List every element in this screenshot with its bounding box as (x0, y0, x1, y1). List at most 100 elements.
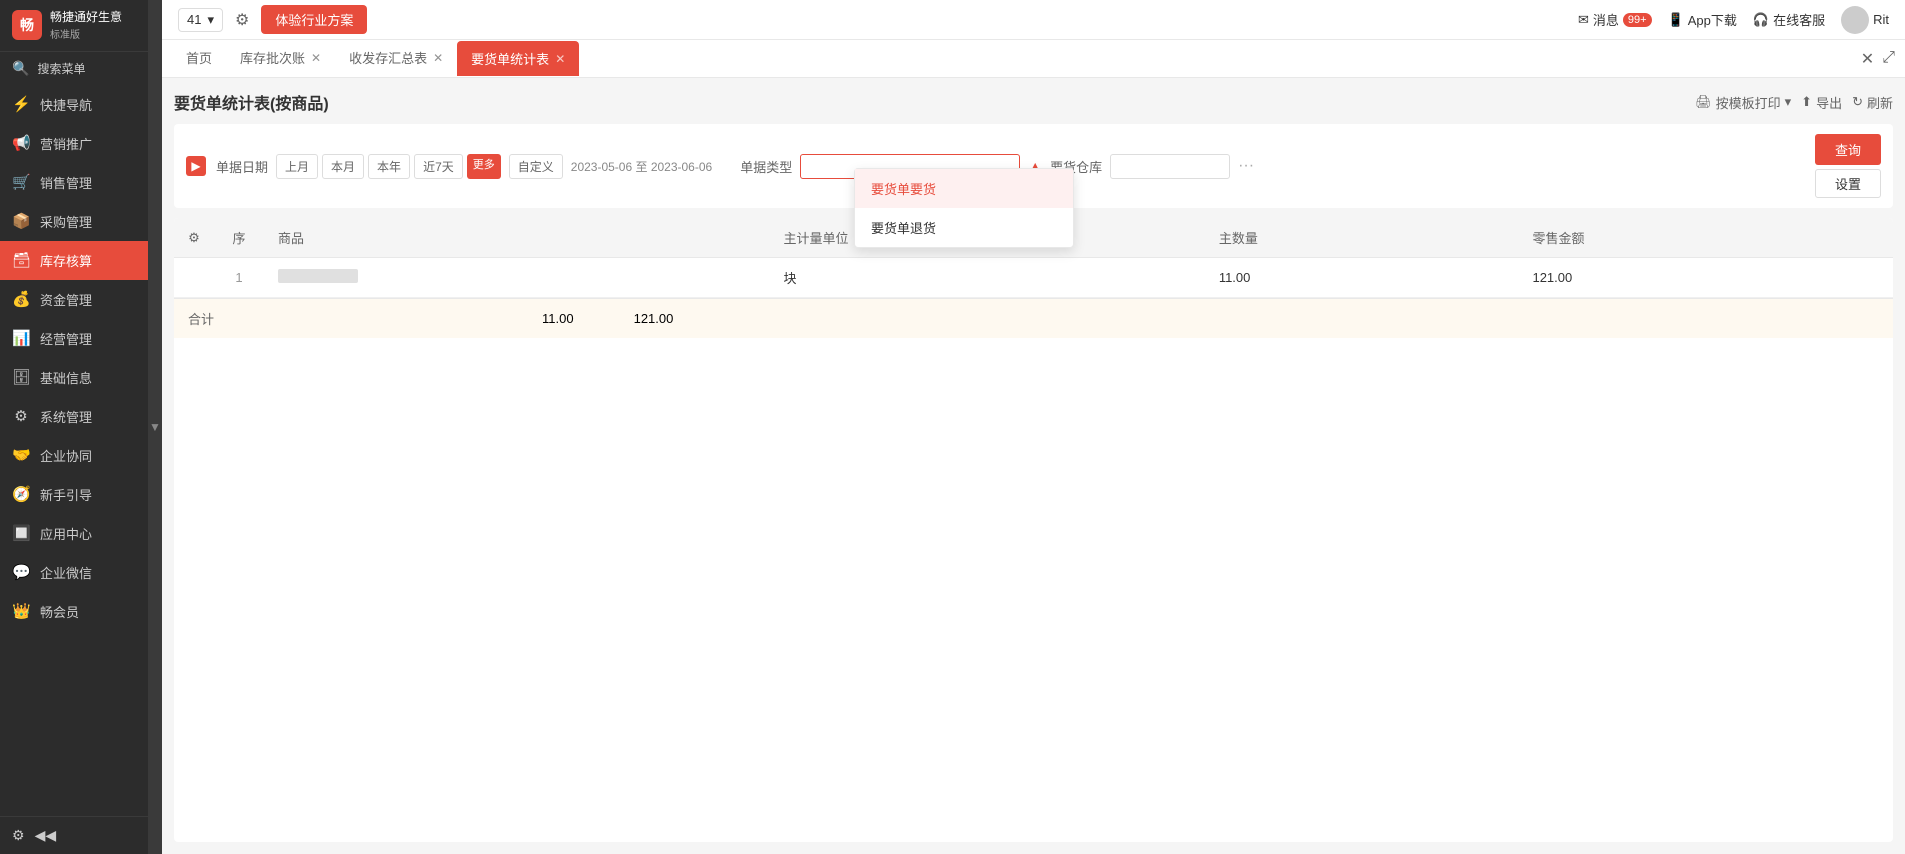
sidebar-item-marketing[interactable]: 📢 营销推广 (0, 124, 148, 163)
product-placeholder (278, 269, 358, 283)
row-unit-cell: 块 (769, 258, 1204, 298)
warehouse-filter-input[interactable] (1110, 154, 1230, 179)
operations-icon: 📊 (12, 329, 30, 347)
sidebar-item-enterprise[interactable]: 🤝 企业协同 (0, 436, 148, 475)
settings-footer-btn[interactable]: ⚙ (12, 827, 25, 844)
marketing-icon: 📢 (12, 134, 30, 152)
filter-actions: 查询 设置 (1815, 134, 1881, 198)
sidebar-item-label: 营销推广 (40, 134, 92, 153)
phone-icon: 📱 (1668, 12, 1684, 28)
sidebar-item-label: 库存核算 (40, 251, 92, 270)
sidebar-item-purchase[interactable]: 📦 采购管理 (0, 202, 148, 241)
tab-requisition[interactable]: 要货单统计表 ✕ (457, 41, 579, 76)
col-settings[interactable]: ⚙ (174, 218, 214, 258)
enterprise-icon: 🤝 (12, 446, 30, 464)
refresh-icon: ↻ (1852, 94, 1863, 110)
sidebar-item-finance[interactable]: 💰 资金管理 (0, 280, 148, 319)
page-title-actions: 🖨 按模板打印 ▾ ⬆ 导出 ↻ 刷新 (1695, 93, 1893, 112)
sidebar-item-operations[interactable]: 📊 经营管理 (0, 319, 148, 358)
tab-batch-label: 库存批次账 (240, 48, 305, 67)
sidebar-item-label: 采购管理 (40, 212, 92, 231)
date-btn-7days[interactable]: 近7天 (414, 154, 463, 179)
tab-home[interactable]: 首页 (172, 40, 226, 77)
sidebar-item-inventory[interactable]: 🗃 库存核算 (0, 241, 148, 280)
chevron-down-icon: ▾ (207, 12, 214, 28)
sidebar-item-system[interactable]: ⚙ 系统管理 (0, 397, 148, 436)
query-btn[interactable]: 查询 (1815, 134, 1881, 165)
tab-batch-close[interactable]: ✕ (311, 51, 321, 65)
sidebar-item-wechat[interactable]: 💬 企业微信 (0, 553, 148, 592)
sidebar-item-guide[interactable]: 🧭 新手引导 (0, 475, 148, 514)
filter-panel: ▶ 单据日期 上月 本月 本年 近7天 更多 自定义 2023-05-06 至 … (174, 124, 1893, 208)
tab-home-label: 首页 (186, 48, 212, 67)
sidebar-item-label: 企业微信 (40, 563, 92, 582)
industry-btn[interactable]: 体验行业方案 (261, 5, 367, 34)
print-btn[interactable]: 🖨 按模板打印 ▾ (1695, 93, 1791, 112)
date-btn-this-year[interactable]: 本年 (368, 154, 410, 179)
user-avatar (1841, 6, 1869, 34)
top-header-left: 41 ▾ ⚙ 体验行业方案 (178, 5, 367, 34)
sidebar-nav: ⚡ 快捷导航 📢 营销推广 🛒 销售管理 📦 采购管理 🗃 库存核算 💰 资金管… (0, 85, 148, 816)
sidebar-search-label: 搜索菜单 (37, 60, 85, 77)
sidebar-item-label: 销售管理 (40, 173, 92, 192)
date-more-badge[interactable]: 更多 (467, 154, 501, 179)
apps-icon: 🔲 (12, 524, 30, 542)
sidebar-item-label: 畅会员 (40, 602, 79, 621)
user-avatar-btn[interactable]: Rit (1841, 6, 1889, 34)
tab-batch[interactable]: 库存批次账 ✕ (226, 40, 335, 77)
tabs-bar: 首页 库存批次账 ✕ 收发存汇总表 ✕ 要货单统计表 ✕ ✕ ⤢ (162, 40, 1905, 78)
page-title-row: 要货单统计表(按商品) 🖨 按模板打印 ▾ ⬆ 导出 ↻ 刷新 (174, 90, 1893, 114)
header-gear-btn[interactable]: ⚙ (235, 10, 249, 30)
printer-icon: 🖨 (1695, 94, 1712, 110)
sidebar-logo: 畅 畅捷通好生意 标准版 (0, 0, 148, 52)
tab-collect[interactable]: 收发存汇总表 ✕ (335, 40, 457, 77)
tabs-actions: ✕ ⤢ (1861, 49, 1895, 69)
sidebar-search[interactable]: 🔍 搜索菜单 (0, 52, 148, 85)
refresh-btn[interactable]: ↻ 刷新 (1852, 93, 1893, 112)
sidebar-item-label: 基础信息 (40, 368, 92, 387)
sidebar-item-label: 应用中心 (40, 524, 92, 543)
sidebar-scroll[interactable]: ▼ (148, 0, 162, 854)
type-dropdown-menu: 要货单要货 要货单退货 (854, 168, 1074, 248)
tab-collect-close[interactable]: ✕ (433, 51, 443, 65)
page-title: 要货单统计表(按商品) (174, 90, 329, 114)
filter-settings-btn[interactable]: 设置 (1815, 169, 1881, 198)
expand-tab-btn[interactable]: ⤢ (1882, 49, 1895, 69)
date-btn-last-month[interactable]: 上月 (276, 154, 318, 179)
sidebar-item-label: 系统管理 (40, 407, 92, 426)
company-num: 41 (187, 12, 201, 27)
sales-icon: 🛒 (12, 173, 30, 191)
row-num-cell: 1 (214, 258, 264, 298)
sidebar-item-sales[interactable]: 🛒 销售管理 (0, 163, 148, 202)
date-btn-this-month[interactable]: 本月 (322, 154, 364, 179)
dropdown-option-requisition-order[interactable]: 要货单要货 (855, 169, 1073, 208)
collapse-footer-btn[interactable]: ◀◀ (35, 827, 57, 844)
tab-requisition-close[interactable]: ✕ (555, 52, 565, 66)
date-filter-label: 单据日期 (216, 157, 268, 176)
footer-amount: 121.00 (634, 311, 674, 326)
sidebar-item-basic[interactable]: 🗄 基础信息 (0, 358, 148, 397)
company-selector[interactable]: 41 ▾ (178, 8, 223, 32)
dropdown-option-requisition-return[interactable]: 要货单退货 (855, 208, 1073, 247)
app-download-btn[interactable]: 📱 App下载 (1668, 10, 1737, 29)
export-btn[interactable]: ⬆ 导出 (1801, 93, 1842, 112)
table-footer: 合计 11.00 121.00 (174, 298, 1893, 338)
filter-expand-btn[interactable]: ▶ (186, 156, 206, 176)
sidebar: 畅 畅捷通好生意 标准版 🔍 搜索菜单 ⚡ 快捷导航 📢 营销推广 🛒 销售管理… (0, 0, 148, 854)
export-icon: ⬆ (1801, 94, 1812, 110)
date-custom-btn[interactable]: 自定义 (509, 154, 563, 179)
basic-icon: 🗄 (12, 368, 30, 386)
close-all-tabs-btn[interactable]: ✕ (1861, 49, 1874, 69)
sidebar-item-apps[interactable]: 🔲 应用中心 (0, 514, 148, 553)
top-header: 41 ▾ ⚙ 体验行业方案 ✉ 消息 99+ 📱 App下载 🎧 在线客服 R (162, 0, 1905, 40)
main-area: 41 ▾ ⚙ 体验行业方案 ✉ 消息 99+ 📱 App下载 🎧 在线客服 R (162, 0, 1905, 854)
sidebar-item-shortcut[interactable]: ⚡ 快捷导航 (0, 85, 148, 124)
messages-btn[interactable]: ✉ 消息 99+ (1578, 10, 1652, 29)
messages-label: 消息 (1593, 10, 1619, 29)
system-icon: ⚙ (12, 407, 30, 425)
online-service-btn[interactable]: 🎧 在线客服 (1753, 10, 1825, 29)
tab-requisition-label: 要货单统计表 (471, 49, 549, 68)
filter-more-btn[interactable]: ··· (1238, 157, 1254, 175)
sidebar-item-member[interactable]: 👑 畅会员 (0, 592, 148, 631)
app-sub: 标准版 (50, 26, 122, 41)
